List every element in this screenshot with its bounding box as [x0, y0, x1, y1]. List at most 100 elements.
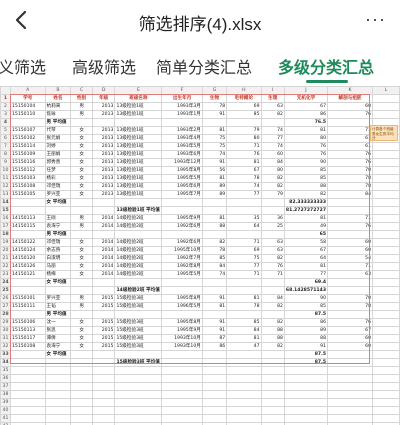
cell[interactable]: 64	[283, 254, 329, 263]
cell[interactable]: 81	[201, 126, 228, 135]
cell[interactable]: 89	[201, 182, 228, 191]
cell[interactable]	[114, 310, 163, 319]
cell[interactable]: 84	[260, 158, 285, 167]
cell[interactable]: 47	[226, 342, 262, 351]
cell[interactable]: 89	[201, 190, 228, 199]
row-number[interactable]: 11	[0, 174, 11, 183]
cell[interactable]	[9, 286, 46, 295]
cell[interactable]	[201, 366, 228, 375]
cell[interactable]: 1995年8月	[161, 318, 203, 327]
cell[interactable]	[327, 414, 374, 423]
cell[interactable]: 82	[260, 302, 285, 311]
cell[interactable]: 2013	[91, 190, 116, 199]
row-number[interactable]: 40	[0, 406, 11, 415]
cell[interactable]	[70, 366, 93, 375]
cell[interactable]: 63	[260, 238, 285, 247]
row-number[interactable]: 27	[0, 302, 11, 311]
cell[interactable]	[161, 374, 203, 383]
cell[interactable]: 82	[201, 238, 228, 247]
cell[interactable]	[260, 350, 285, 359]
cell[interactable]: 86	[283, 318, 329, 327]
cell[interactable]: 71	[226, 238, 262, 247]
cell[interactable]: 女	[70, 326, 93, 335]
row-number[interactable]: 33	[0, 350, 11, 359]
cell[interactable]: 2013	[91, 174, 116, 183]
row-number[interactable]: 36	[0, 374, 11, 383]
select-all-corner[interactable]	[0, 86, 11, 95]
cell[interactable]: 2015	[91, 334, 116, 343]
cell[interactable]: 54	[327, 254, 374, 263]
cell[interactable]	[201, 286, 228, 295]
tab-custom-filter[interactable]: 定义筛选	[0, 54, 46, 78]
cell[interactable]	[372, 382, 400, 391]
cell[interactable]	[114, 366, 163, 375]
cell[interactable]: 15150110	[9, 110, 46, 119]
cell[interactable]: 1992年6月	[161, 238, 203, 247]
cell[interactable]	[161, 390, 203, 399]
cell[interactable]	[283, 406, 329, 415]
cell[interactable]: 代琴	[44, 126, 72, 135]
cell[interactable]: 15150105	[9, 190, 46, 199]
cell[interactable]	[372, 270, 400, 279]
cell[interactable]	[70, 198, 93, 207]
cell[interactable]	[372, 342, 400, 351]
cell[interactable]: 78	[327, 182, 374, 191]
cell[interactable]	[44, 358, 72, 367]
cell[interactable]: 男	[70, 102, 93, 111]
cell[interactable]	[226, 358, 262, 367]
cell[interactable]	[114, 230, 163, 239]
row-number[interactable]: 1	[0, 94, 11, 103]
cell[interactable]: 71	[327, 126, 374, 135]
cell[interactable]	[372, 222, 400, 231]
cell[interactable]: 1995年9月	[161, 326, 203, 335]
cell[interactable]: 14150115	[9, 222, 46, 231]
row-number[interactable]: 5	[0, 126, 11, 135]
cell[interactable]	[226, 206, 262, 215]
cell[interactable]: 女 平均值	[44, 350, 72, 359]
cell[interactable]: 13级检验1班	[114, 174, 163, 183]
cell[interactable]: 82	[260, 318, 285, 327]
cell[interactable]: 杨彩	[44, 174, 72, 183]
cell[interactable]	[201, 374, 228, 383]
cell[interactable]: 82	[260, 110, 285, 119]
cell[interactable]	[161, 366, 203, 375]
cell[interactable]	[372, 230, 400, 239]
cell[interactable]	[226, 278, 262, 287]
cell[interactable]	[70, 310, 93, 319]
cell[interactable]	[226, 390, 262, 399]
cell[interactable]	[372, 334, 400, 343]
cell[interactable]: 14级检验2班 平均值	[114, 286, 163, 295]
cell[interactable]: 87.5	[283, 358, 329, 367]
row-number[interactable]: 34	[0, 358, 11, 367]
cell[interactable]	[260, 406, 285, 415]
cell[interactable]	[327, 350, 374, 359]
cell[interactable]: 学号	[9, 94, 46, 103]
cell[interactable]: 15级检验3班	[114, 334, 163, 343]
cell[interactable]	[70, 230, 93, 239]
cell[interactable]: 71	[260, 270, 285, 279]
cell[interactable]: 74	[260, 126, 285, 135]
cell[interactable]	[44, 374, 72, 383]
cell[interactable]	[226, 406, 262, 415]
row-number[interactable]: 38	[0, 390, 11, 399]
cell[interactable]: 男 平均值	[44, 230, 72, 239]
cell[interactable]	[161, 358, 203, 367]
cell[interactable]	[226, 310, 262, 319]
cell[interactable]: 82	[260, 342, 285, 351]
cell[interactable]	[9, 390, 46, 399]
row-number[interactable]: 20	[0, 246, 11, 255]
row-number[interactable]: 26	[0, 294, 11, 303]
cell[interactable]: 15级检验3班	[114, 294, 163, 303]
cell[interactable]	[70, 358, 93, 367]
cell[interactable]	[260, 390, 285, 399]
cell[interactable]	[44, 382, 72, 391]
cell[interactable]	[70, 390, 93, 399]
cell[interactable]: 13级检验1班	[114, 166, 163, 175]
cell[interactable]: 74	[226, 182, 262, 191]
cell[interactable]: 91	[201, 318, 228, 327]
cell[interactable]	[327, 198, 374, 207]
cell[interactable]: 1993年2月	[161, 126, 203, 135]
cell[interactable]	[91, 398, 116, 407]
cell[interactable]: 罗兴亚	[44, 190, 72, 199]
cell[interactable]	[283, 398, 329, 407]
